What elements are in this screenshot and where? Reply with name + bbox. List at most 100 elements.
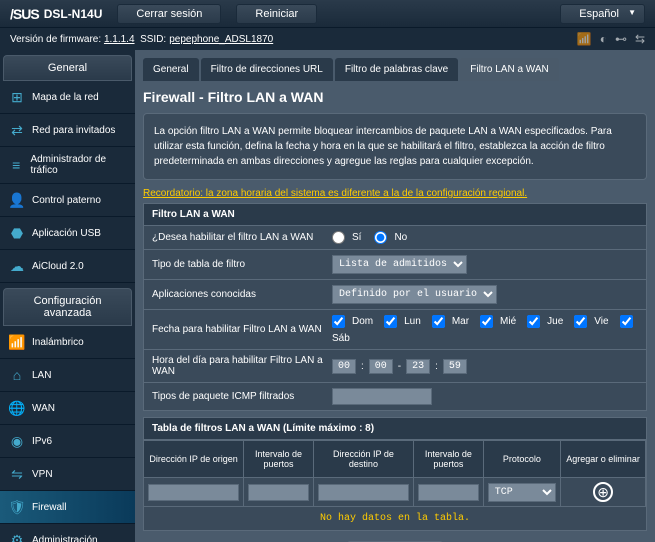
day-checkbox-mar[interactable] xyxy=(432,315,445,328)
col-dst-ip: Dirección IP de destino xyxy=(314,441,414,477)
add-row-button[interactable]: ⊕ xyxy=(593,482,613,502)
time-label: Hora del día para habilitar Filtro LAN a… xyxy=(152,355,332,377)
day-label: Vie xyxy=(594,316,608,327)
sidebar-head-advanced: Configuración avanzada xyxy=(3,288,132,326)
table-type-label: Tipo de tabla de filtro xyxy=(152,259,332,270)
src-ip-input[interactable] xyxy=(148,484,239,501)
fw-label: Versión de firmware: xyxy=(10,34,101,45)
time-h1-input[interactable] xyxy=(332,359,356,374)
wifi-icon: 📶 xyxy=(577,32,592,46)
ssid-label: SSID: xyxy=(140,34,166,45)
sidebar-item-red-para-invitados[interactable]: ⇄ Red para invitados xyxy=(0,114,135,147)
model-label: DSL-N14U xyxy=(44,7,103,21)
apps-label: Aplicaciones conocidas xyxy=(152,289,332,300)
sidebar-label: Control paterno xyxy=(32,195,101,206)
no-label: No xyxy=(394,232,407,243)
logout-button[interactable]: Cerrar sesión xyxy=(117,4,221,24)
sidebar-label: WAN xyxy=(32,403,55,414)
day-label: Jue xyxy=(547,316,563,327)
day-checkbox-jue[interactable] xyxy=(527,315,540,328)
section-head: Filtro LAN a WAN xyxy=(143,203,647,226)
apps-select[interactable]: Definido por el usuario xyxy=(332,285,497,304)
info-bar: Versión de firmware: 1.1.1.4 SSID: pepep… xyxy=(0,28,655,50)
day-label: Dom xyxy=(352,316,373,327)
ssid-link[interactable]: pepephone_ADSL1870 xyxy=(169,34,273,45)
main-content: GeneralFiltro de direcciones URLFiltro d… xyxy=(135,50,655,542)
sidebar-label: Firewall xyxy=(32,502,66,513)
tab-filtro-lan-a-wan[interactable]: Filtro LAN a WAN xyxy=(460,58,559,81)
sidebar-item-vpn[interactable]: ⇋VPN xyxy=(0,458,135,491)
day-checkbox-dom[interactable] xyxy=(332,315,345,328)
fw-version-link[interactable]: 1.1.1.4 xyxy=(104,34,135,45)
table-header: Dirección IP de origen Intervalo de puer… xyxy=(143,440,647,478)
tab-general[interactable]: General xyxy=(143,58,199,81)
sidebar-label: Administración xyxy=(32,535,98,542)
sidebar-icon: 🛡 xyxy=(8,498,26,516)
table-type-select[interactable]: Lista de admitidos xyxy=(332,255,467,274)
sidebar-label: Red para invitados xyxy=(32,125,115,136)
description-panel: La opción filtro LAN a WAN permite bloqu… xyxy=(143,113,647,180)
sidebar-item-lan[interactable]: ⌂LAN xyxy=(0,359,135,392)
day-label: Sáb xyxy=(332,333,350,344)
sidebar-item-administrador-de-tráfico[interactable]: ≡ Administrador de tráfico xyxy=(0,147,135,184)
col-action: Agregar o eliminar xyxy=(561,441,646,477)
col-port1: Intervalo de puertos xyxy=(244,441,314,477)
day-checkbox-sáb[interactable] xyxy=(620,315,633,328)
sidebar-icon: ⌂ xyxy=(8,366,26,384)
link-icon: ⇆ xyxy=(635,32,645,46)
sidebar-item-aplicación-usb[interactable]: ⬣ Aplicación USB xyxy=(0,217,135,250)
day-label: Mié xyxy=(500,316,516,327)
sidebar-label: Administrador de tráfico xyxy=(30,154,127,176)
sidebar-item-inalámbrico[interactable]: 📶Inalámbrico xyxy=(0,326,135,359)
col-src-ip: Dirección IP de origen xyxy=(144,441,244,477)
sidebar-item-administración[interactable]: ⚙ Administración xyxy=(0,524,135,542)
time-m1-input[interactable] xyxy=(369,359,393,374)
icmp-input[interactable] xyxy=(332,388,432,405)
sidebar-item-mapa-de-la-red[interactable]: ⊞Mapa de la red xyxy=(0,81,135,114)
enable-no-radio[interactable] xyxy=(374,231,387,244)
day-checkbox-vie[interactable] xyxy=(574,315,587,328)
reboot-button[interactable]: Reiniciar xyxy=(236,4,317,24)
table-section-head: Tabla de filtros LAN a WAN (Límite máxim… xyxy=(143,417,647,440)
col-proto: Protocolo xyxy=(484,441,561,477)
sidebar-item-ipv6[interactable]: ◉IPv6 xyxy=(0,425,135,458)
language-button[interactable]: Español xyxy=(560,4,645,24)
time-m2-input[interactable] xyxy=(443,359,467,374)
sidebar-label: Aplicación USB xyxy=(32,228,101,239)
sidebar-item-aicloud-2.0[interactable]: ☁AiCloud 2.0 xyxy=(0,250,135,283)
sidebar-head-general: General xyxy=(3,55,132,81)
proto-select[interactable]: TCP xyxy=(488,483,556,502)
tabs: GeneralFiltro de direcciones URLFiltro d… xyxy=(143,58,647,81)
brand-logo: /SUS xyxy=(10,6,39,22)
enable-label: ¿Desea habilitar el filtro LAN a WAN xyxy=(152,232,332,243)
tab-filtro-de-palabras-clave[interactable]: Filtro de palabras clave xyxy=(335,58,458,81)
wan-icon: ◐ xyxy=(600,32,607,46)
day-label: Lun xyxy=(404,316,421,327)
day-label: Mar xyxy=(452,316,469,327)
sidebar-item-control-paterno[interactable]: 👤Control paterno xyxy=(0,184,135,217)
description-text: La opción filtro LAN a WAN permite bloqu… xyxy=(154,124,636,169)
sidebar-icon: ⬣ xyxy=(8,224,26,242)
empty-message: No hay datos en la tabla. xyxy=(143,507,647,531)
day-checkbox-mié[interactable] xyxy=(480,315,493,328)
status-icons: 📶 ◐ ⊷ ⇆ xyxy=(577,32,645,46)
sidebar: General ⊞Mapa de la red ⇄ Red para invitad… xyxy=(0,50,135,542)
time-h2-input[interactable] xyxy=(406,359,430,374)
timezone-warning[interactable]: Recordatorio: la zona horaria del sistem… xyxy=(143,188,647,199)
usb-icon: ⊷ xyxy=(615,32,627,46)
day-checkbox-lun[interactable] xyxy=(384,315,397,328)
sidebar-icon: ⚙ xyxy=(8,531,26,542)
sidebar-icon: ≡ xyxy=(8,156,24,174)
sidebar-item-firewall[interactable]: 🛡 Firewall xyxy=(0,491,135,524)
port2-input[interactable] xyxy=(418,484,479,501)
tab-filtro-de-direcciones-url[interactable]: Filtro de direcciones URL xyxy=(201,58,333,81)
sidebar-item-wan[interactable]: 🌐WAN xyxy=(0,392,135,425)
sidebar-icon: ⇋ xyxy=(8,465,26,483)
enable-yes-radio[interactable] xyxy=(332,231,345,244)
sidebar-label: AiCloud 2.0 xyxy=(32,261,84,272)
page-title: Firewall - Filtro LAN a WAN xyxy=(143,89,647,105)
sidebar-icon: ⊞ xyxy=(8,88,26,106)
sidebar-icon: ⇄ xyxy=(8,121,26,139)
port1-input[interactable] xyxy=(248,484,309,501)
dst-ip-input[interactable] xyxy=(318,484,409,501)
